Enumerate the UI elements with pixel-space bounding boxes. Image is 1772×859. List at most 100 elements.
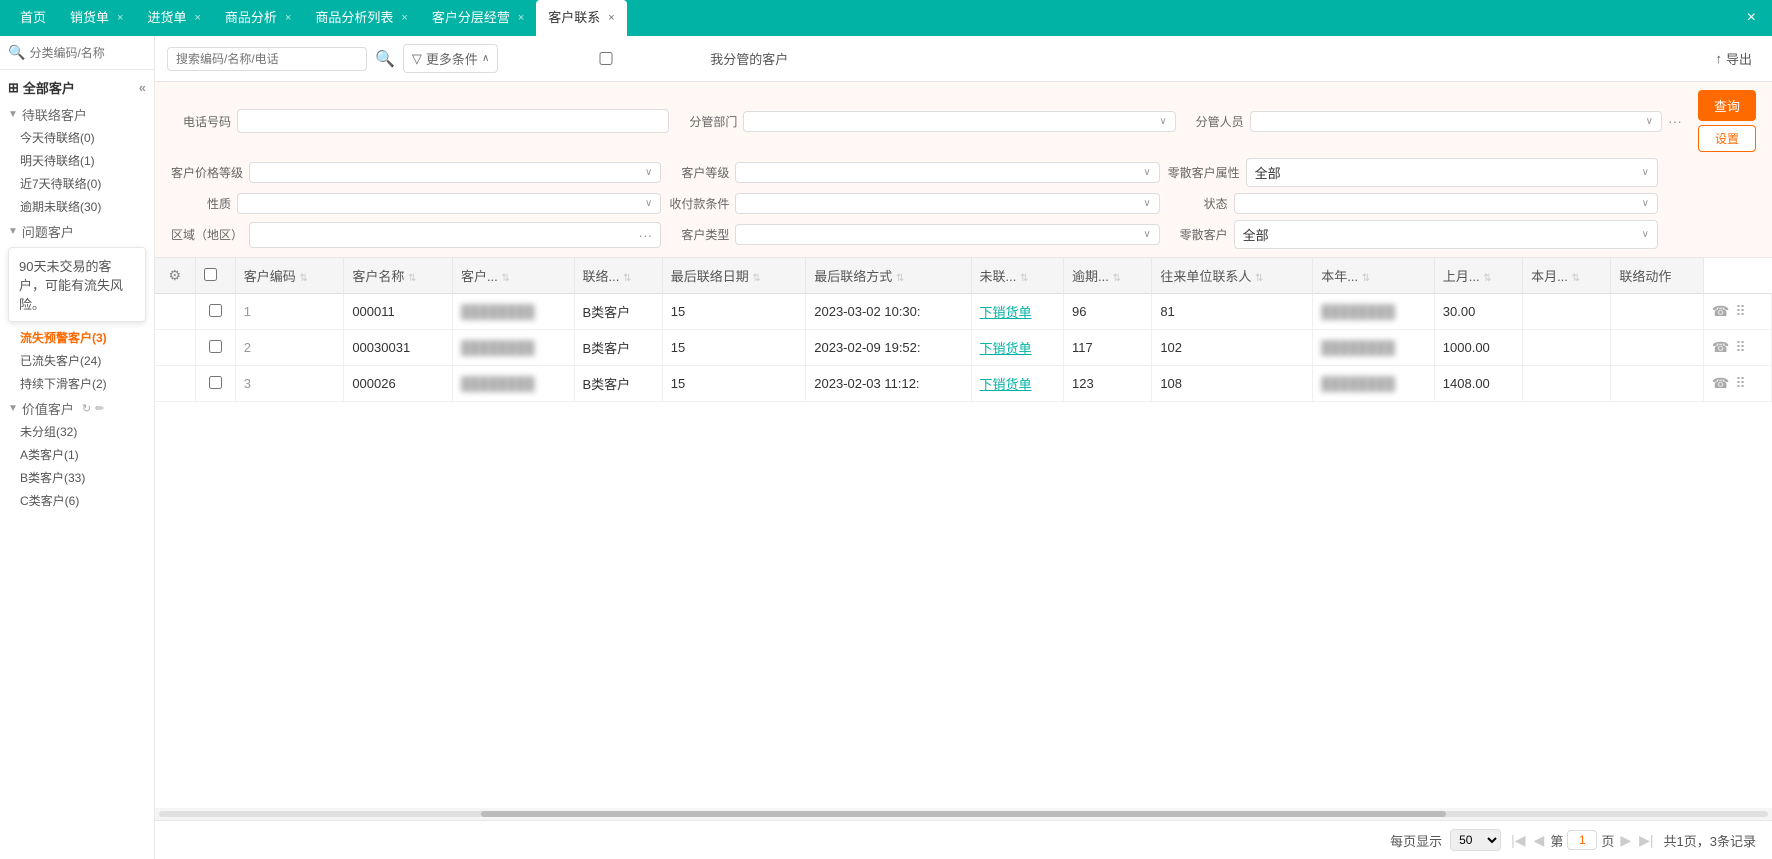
per-page-select[interactable]: 50 20 100 <box>1450 829 1501 851</box>
edit-icon[interactable]: ✏ <box>95 402 104 415</box>
sidebar-item-b-class[interactable]: B类客户(33) <box>0 466 154 489</box>
th-contact-person[interactable]: 往来单位联系人 ⇅ <box>1152 258 1313 294</box>
row-last-method[interactable]: 下销货单 <box>971 366 1064 402</box>
action-more-icon[interactable]: ⠿ <box>1735 339 1745 356</box>
nav-customer-contact[interactable]: 客户联系 × <box>536 0 626 36</box>
page-number-input[interactable] <box>1567 830 1597 850</box>
last-page-button[interactable]: ▶| <box>1637 832 1655 849</box>
action-more-icon[interactable]: ⠿ <box>1735 303 1745 320</box>
sidebar-search-input[interactable] <box>29 46 155 60</box>
search-button[interactable]: 🔍 <box>375 49 395 69</box>
person-more-icon[interactable]: ··· <box>1668 113 1682 129</box>
sidebar-item-a-class[interactable]: A类客户(1) <box>0 443 154 466</box>
th-last-month[interactable]: 上月... ⇅ <box>1434 258 1522 294</box>
my-customers-checkbox[interactable]: 我分管的客户 <box>506 49 788 68</box>
action-contact-icon[interactable]: ☎ <box>1712 339 1729 356</box>
sidebar-item-ungrouped[interactable]: 未分组(32) <box>0 420 154 443</box>
row-last-method[interactable]: 下销货单 <box>971 294 1064 330</box>
horizontal-scrollbar[interactable] <box>155 808 1772 820</box>
action-more-icon[interactable]: ⠿ <box>1735 375 1745 392</box>
price-grade-select[interactable]: ∨ <box>249 162 661 183</box>
export-button[interactable]: ↑ 导出 <box>1707 45 1760 72</box>
phone-input[interactable] <box>237 109 669 133</box>
th-checkbox[interactable] <box>195 258 235 294</box>
person-select[interactable]: ∨ <box>1250 111 1662 132</box>
select-all-checkbox[interactable] <box>204 268 217 281</box>
status-select[interactable]: ∨ <box>1234 193 1658 214</box>
action-contact-icon[interactable]: ☎ <box>1712 375 1729 392</box>
search-input[interactable] <box>167 47 367 71</box>
scroll-track[interactable] <box>159 811 1768 817</box>
settings-gear-icon[interactable]: ⚙ <box>168 267 181 283</box>
sidebar-group-problem[interactable]: ▼ 问题客户 <box>0 218 154 243</box>
row-check[interactable] <box>209 304 222 317</box>
customer-type-select[interactable]: ∨ <box>735 224 1159 245</box>
close-sales-icon[interactable]: × <box>117 0 123 36</box>
sidebar-item-overdue[interactable]: 逾期未联络(30) <box>0 195 154 218</box>
row-last-date: 2023-03-02 10:30: <box>806 294 971 330</box>
close-analysis-icon[interactable]: × <box>285 0 291 36</box>
row-check[interactable] <box>209 340 222 353</box>
row-checkbox[interactable] <box>195 330 235 366</box>
th-type[interactable]: 客户... ⇅ <box>452 258 574 294</box>
row-contact-person: ████████ <box>1313 294 1435 330</box>
nav-sales[interactable]: 销货单 × <box>58 0 135 36</box>
all-customers-label[interactable]: ⊞ 全部客户 « <box>0 70 154 101</box>
th-settings[interactable]: ⚙ <box>155 258 195 294</box>
sidebar-item-churn-warning[interactable]: 流失预警客户(3) <box>0 326 154 349</box>
nav-analysis-list[interactable]: 商品分析列表 × <box>303 0 419 36</box>
region-more-icon[interactable]: ··· <box>638 227 652 243</box>
close-analysis-list-icon[interactable]: × <box>401 0 407 36</box>
row-checkbox[interactable] <box>195 366 235 402</box>
payment-select[interactable]: ∨ <box>735 193 1159 214</box>
next-page-button[interactable]: ▶ <box>1618 832 1633 849</box>
nav-purchase[interactable]: 进货单 × <box>135 0 212 36</box>
nav-home[interactable]: 首页 <box>8 0 58 36</box>
sidebar-item-churned[interactable]: 已流失客户(24) <box>0 349 154 372</box>
th-last-method[interactable]: 最后联络方式 ⇅ <box>806 258 971 294</box>
scroll-thumb[interactable] <box>481 811 1446 817</box>
nature-select[interactable]: ∨ <box>237 193 661 214</box>
window-close-button[interactable]: × <box>1739 9 1764 27</box>
th-contact[interactable]: 联络... ⇅ <box>574 258 662 294</box>
th-this-month[interactable]: 本月... ⇅ <box>1523 258 1611 294</box>
sidebar-item-tomorrow[interactable]: 明天待联络(1) <box>0 149 154 172</box>
filter-nature: 性质 ∨ <box>171 193 661 214</box>
table-row: 1 000011 ████████ B类客户 15 2023-03-02 10:… <box>155 294 1772 330</box>
sidebar-item-today[interactable]: 今天待联络(0) <box>0 126 154 149</box>
close-customer-contact-icon[interactable]: × <box>608 0 614 36</box>
sidebar-item-c-class[interactable]: C类客户(6) <box>0 489 154 512</box>
nav-customer-segment[interactable]: 客户分层经营 × <box>420 0 536 36</box>
retail-attr-select[interactable]: 全部 ∨ <box>1246 158 1658 187</box>
close-purchase-icon[interactable]: × <box>194 0 200 36</box>
sidebar-group-value[interactable]: ▼ 价值客户 ↻ ✏ <box>0 395 154 420</box>
th-this-year[interactable]: 本年... ⇅ <box>1313 258 1435 294</box>
refresh-icon[interactable]: ↻ <box>82 402 91 415</box>
th-no-contact[interactable]: 未联... ⇅ <box>971 258 1064 294</box>
th-name[interactable]: 客户名称 ⇅ <box>344 258 453 294</box>
nav-analysis[interactable]: 商品分析 × <box>213 0 303 36</box>
sidebar-group-pending[interactable]: ▼ 待联络客户 <box>0 101 154 126</box>
my-customers-check[interactable] <box>506 52 706 65</box>
close-customer-segment-icon[interactable]: × <box>518 0 524 36</box>
type-sort-icon: ⇅ <box>501 273 509 284</box>
customer-grade-select[interactable]: ∨ <box>735 162 1159 183</box>
sidebar-item-declining[interactable]: 持续下滑客户(2) <box>0 372 154 395</box>
row-checkbox[interactable] <box>195 294 235 330</box>
region-select[interactable]: ··· <box>249 222 661 248</box>
th-code[interactable]: 客户编码 ⇅ <box>235 258 344 294</box>
sidebar-item-7days[interactable]: 近7天待联络(0) <box>0 172 154 195</box>
row-last-method[interactable]: 下销货单 <box>971 330 1064 366</box>
first-page-button[interactable]: |◀ <box>1509 832 1527 849</box>
dept-select[interactable]: ∨ <box>743 111 1175 132</box>
settings-button[interactable]: 设置 <box>1698 125 1756 152</box>
prev-page-button[interactable]: ◀ <box>1532 832 1547 849</box>
more-conditions-button[interactable]: ▽ 更多条件 ∧ <box>403 44 498 73</box>
th-last-date[interactable]: 最后联络日期 ⇅ <box>662 258 805 294</box>
row-check[interactable] <box>209 376 222 389</box>
th-overdue[interactable]: 逾期... ⇅ <box>1064 258 1152 294</box>
retail-customer-select[interactable]: 全部 ∨ <box>1234 220 1658 249</box>
query-button[interactable]: 查询 <box>1698 90 1756 121</box>
sidebar-collapse-button[interactable]: « <box>139 80 146 95</box>
action-contact-icon[interactable]: ☎ <box>1712 303 1729 320</box>
